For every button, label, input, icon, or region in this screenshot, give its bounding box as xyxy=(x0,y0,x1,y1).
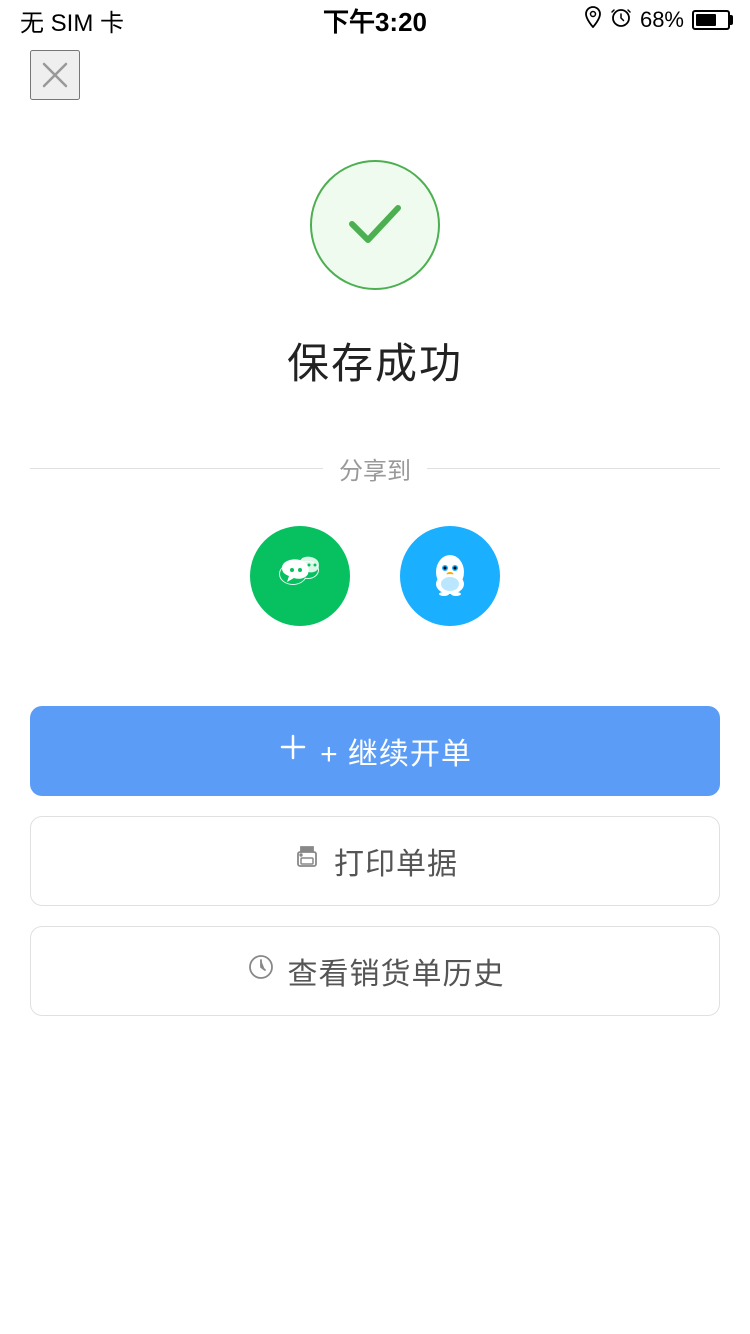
status-left: 无 SIM 卡 xyxy=(20,3,132,38)
print-icon xyxy=(292,842,322,880)
checkmark-icon xyxy=(340,188,410,263)
success-title: 保存成功 xyxy=(287,330,463,391)
page-content: 保存成功 分享到 xyxy=(0,40,750,1334)
battery-icon xyxy=(692,10,730,30)
success-area: 保存成功 xyxy=(30,160,720,391)
divider-line-left xyxy=(30,468,323,469)
print-button[interactable]: 打印单据 xyxy=(30,816,720,906)
share-label: 分享到 xyxy=(339,451,411,486)
wechat-share-button[interactable] xyxy=(250,526,350,626)
plus-icon xyxy=(278,732,308,770)
history-button[interactable]: 查看销货单历史 xyxy=(30,926,720,1016)
share-divider: 分享到 xyxy=(30,451,720,486)
share-icons xyxy=(30,526,720,626)
print-label: 打印单据 xyxy=(334,839,458,883)
divider-line-right xyxy=(427,468,720,469)
success-icon-circle xyxy=(310,160,440,290)
action-buttons: + 继续开单 打印单据 查看销货单历史 xyxy=(30,706,720,1016)
status-bar: 无 SIM 卡 下午3:20 68% xyxy=(0,0,750,40)
close-button[interactable] xyxy=(30,50,80,100)
location-icon xyxy=(584,6,602,34)
share-section: 分享到 xyxy=(30,451,720,626)
qq-share-button[interactable] xyxy=(400,526,500,626)
status-right: 68% xyxy=(584,6,730,34)
continue-button[interactable]: + 继续开单 xyxy=(30,706,720,796)
status-time: 下午3:20 xyxy=(323,2,427,39)
continue-label: + 继续开单 xyxy=(320,729,472,773)
history-label: 查看销货单历史 xyxy=(288,949,505,993)
sim-label: 无 SIM 卡 xyxy=(20,3,124,38)
battery-percent: 68% xyxy=(640,7,684,33)
alarm-icon xyxy=(610,6,632,34)
history-icon xyxy=(246,952,276,990)
